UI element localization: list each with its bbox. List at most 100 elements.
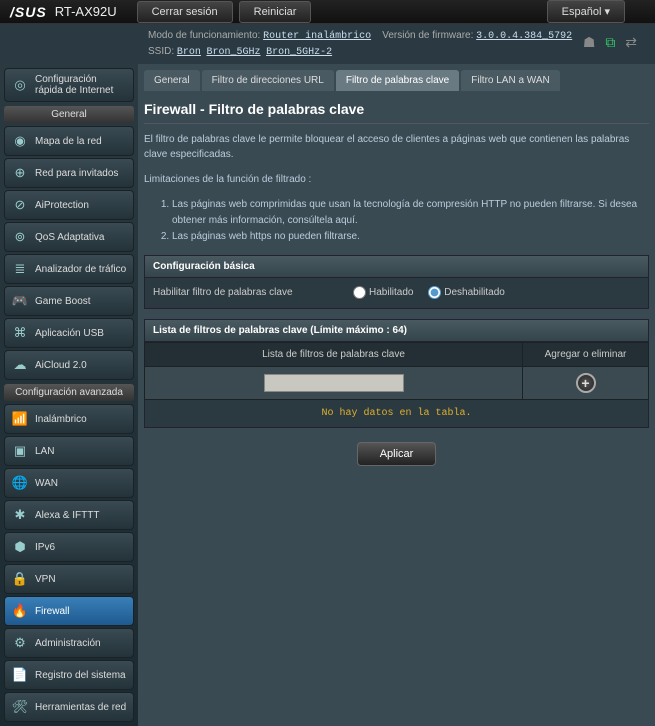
menu-icon: 🛠 [11, 698, 29, 716]
menu-icon: 🔥 [11, 602, 29, 620]
menu-icon: ▣ [11, 442, 29, 460]
ssid-2: Bron_5GHz [206, 47, 260, 58]
sidebar-item-mapa-de-la-red[interactable]: ◉ Mapa de la red [4, 126, 134, 156]
sidebar-label: Configuración rápida de Internet [35, 74, 127, 96]
keyword-list-header: Lista de filtros de palabras clave (Lími… [144, 319, 649, 342]
aimesh-icon[interactable]: ⧉ [605, 34, 615, 50]
info-bar: Modo de funcionamiento: Router inalámbri… [0, 24, 655, 64]
sidebar-item-label: Herramientas de red [35, 702, 126, 713]
sidebar-item-label: AiProtection [35, 200, 89, 211]
sidebar-item-aiprotection[interactable]: ⊘ AiProtection [4, 190, 134, 220]
basic-settings-header: Configuración básica [144, 255, 649, 278]
sidebar-item-label: QoS Adaptativa [35, 232, 105, 243]
mode-value[interactable]: Router inalámbrico [263, 31, 371, 42]
mode-label: Modo de funcionamiento: [148, 30, 260, 41]
ssid-3: Bron_5GHz-2 [266, 47, 332, 58]
sidebar-item-label: WAN [35, 478, 58, 489]
tab-filtro-de-direcciones-url[interactable]: Filtro de direcciones URL [202, 70, 334, 91]
sidebar-item-game-boost[interactable]: 🎮 Game Boost [4, 286, 134, 316]
sidebar-item-label: Analizador de tráfico [35, 264, 126, 275]
sidebar-item-label: Firewall [35, 606, 69, 617]
sidebar-item-registro-del-sistema[interactable]: 📄Registro del sistema [4, 660, 134, 690]
tab-general[interactable]: General [144, 70, 200, 91]
sidebar-item-label: Inalámbrico [35, 414, 87, 425]
menu-icon: ⊘ [11, 196, 29, 214]
sidebar-item-label: Mapa de la red [35, 136, 102, 147]
radio-disabled[interactable]: Deshabilitado [428, 287, 505, 298]
sidebar-item-inalámbrico[interactable]: 📶 Inalámbrico [4, 404, 134, 434]
tab-bar: GeneralFiltro de direcciones URLFiltro d… [144, 70, 649, 91]
page-title: Firewall - Filtro de palabras clave [144, 101, 649, 124]
menu-icon: ⌘ [11, 324, 29, 342]
sidebar-item-wan[interactable]: 🌐 WAN [4, 468, 134, 498]
menu-icon: ☁ [11, 356, 29, 374]
radio-enabled[interactable]: Habilitado [353, 287, 413, 298]
sidebar-item-analizador-de-tráfico[interactable]: ≣ Analizador de tráfico [4, 254, 134, 284]
sidebar-item-alexa-ifttt[interactable]: ✱ Alexa & IFTTT [4, 500, 134, 530]
col-keyword: Lista de filtros de palabras clave [145, 343, 523, 367]
limitations-label: Limitaciones de la función de filtrado : [144, 172, 649, 187]
keyword-input[interactable] [264, 374, 404, 392]
apply-button[interactable]: Aplicar [357, 442, 437, 466]
sidebar-item-ipv6[interactable]: ⬢ IPv6 [4, 532, 134, 562]
fw-value[interactable]: 3.0.0.4.384_5792 [476, 31, 572, 42]
sidebar-item-vpn[interactable]: 🔒 VPN [4, 564, 134, 594]
enable-filter-label: Habilitar filtro de palabras clave [153, 287, 353, 298]
menu-icon: ⬢ [11, 538, 29, 556]
tab-filtro-lan-a-wan[interactable]: Filtro LAN a WAN [461, 70, 560, 91]
sidebar-item-label: Alexa & IFTTT [35, 510, 99, 521]
sidebar-item-label: VPN [35, 574, 56, 585]
sidebar-item-qos-adaptativa[interactable]: ⊚ QoS Adaptativa [4, 222, 134, 252]
sidebar-item-label: Aplicación USB [35, 328, 104, 339]
mesh-icon[interactable]: ☗ [583, 34, 596, 50]
keyword-table: Lista de filtros de palabras clave Agreg… [144, 342, 649, 400]
menu-icon: 📶 [11, 410, 29, 428]
sidebar-header-general: General [4, 106, 134, 123]
menu-icon: ⊕ [11, 164, 29, 182]
sidebar-item-label: Registro del sistema [35, 670, 126, 681]
description-text: El filtro de palabras clave le permite b… [144, 132, 649, 162]
sidebar: ◎ Configuración rápida de Internet Gener… [0, 64, 138, 726]
sidebar-quick-setup[interactable]: ◎ Configuración rápida de Internet [4, 68, 134, 102]
globe-icon: ◎ [11, 76, 29, 94]
menu-icon: 🔒 [11, 570, 29, 588]
language-selector[interactable]: Español ▾ [547, 0, 625, 23]
sidebar-item-aplicación-usb[interactable]: ⌘ Aplicación USB [4, 318, 134, 348]
sidebar-item-red-para-invitados[interactable]: ⊕ Red para invitados [4, 158, 134, 188]
add-button[interactable]: + [576, 373, 596, 393]
no-data-message: No hay datos en la tabla. [144, 400, 649, 428]
limitation-2: Las páginas web https no pueden filtrars… [172, 229, 649, 245]
fw-label: Versión de firmware: [382, 30, 473, 41]
menu-icon: ⚙ [11, 634, 29, 652]
menu-icon: ✱ [11, 506, 29, 524]
sidebar-item-lan[interactable]: ▣ LAN [4, 436, 134, 466]
chevron-down-icon: ▾ [604, 6, 610, 18]
col-action: Agregar o eliminar [523, 343, 649, 367]
sidebar-item-firewall[interactable]: 🔥 Firewall [4, 596, 134, 626]
menu-icon: 🌐 [11, 474, 29, 492]
menu-icon: 🎮 [11, 292, 29, 310]
usb-icon[interactable]: ⇄ [625, 34, 637, 50]
top-bar: /SUS RT-AX92U Cerrar sesión Reiniciar Es… [0, 0, 655, 24]
sidebar-item-herramientas-de-red[interactable]: 🛠 Herramientas de red [4, 692, 134, 722]
menu-icon: ≣ [11, 260, 29, 278]
sidebar-header-advanced: Configuración avanzada [4, 384, 134, 401]
limitation-1: Las páginas web comprimidas que usan la … [172, 197, 649, 229]
reboot-button[interactable]: Reiniciar [239, 1, 312, 23]
sidebar-item-label: IPv6 [35, 542, 55, 553]
main-panel: GeneralFiltro de direcciones URLFiltro d… [138, 64, 655, 726]
sidebar-item-label: Red para invitados [35, 168, 118, 179]
ssid-label: SSID: [148, 46, 174, 57]
model-name: RT-AX92U [55, 4, 117, 19]
logout-button[interactable]: Cerrar sesión [137, 1, 233, 23]
sidebar-item-label: Game Boost [35, 296, 91, 307]
menu-icon: ⊚ [11, 228, 29, 246]
language-label: Español [562, 6, 602, 18]
menu-icon: ◉ [11, 132, 29, 150]
tab-filtro-de-palabras-clave[interactable]: Filtro de palabras clave [336, 70, 459, 91]
sidebar-item-aicloud-2.0[interactable]: ☁ AiCloud 2.0 [4, 350, 134, 380]
sidebar-item-label: LAN [35, 446, 54, 457]
sidebar-item-administración[interactable]: ⚙Administración [4, 628, 134, 658]
ssid-1: Bron [177, 47, 201, 58]
sidebar-item-label: AiCloud 2.0 [35, 360, 87, 371]
